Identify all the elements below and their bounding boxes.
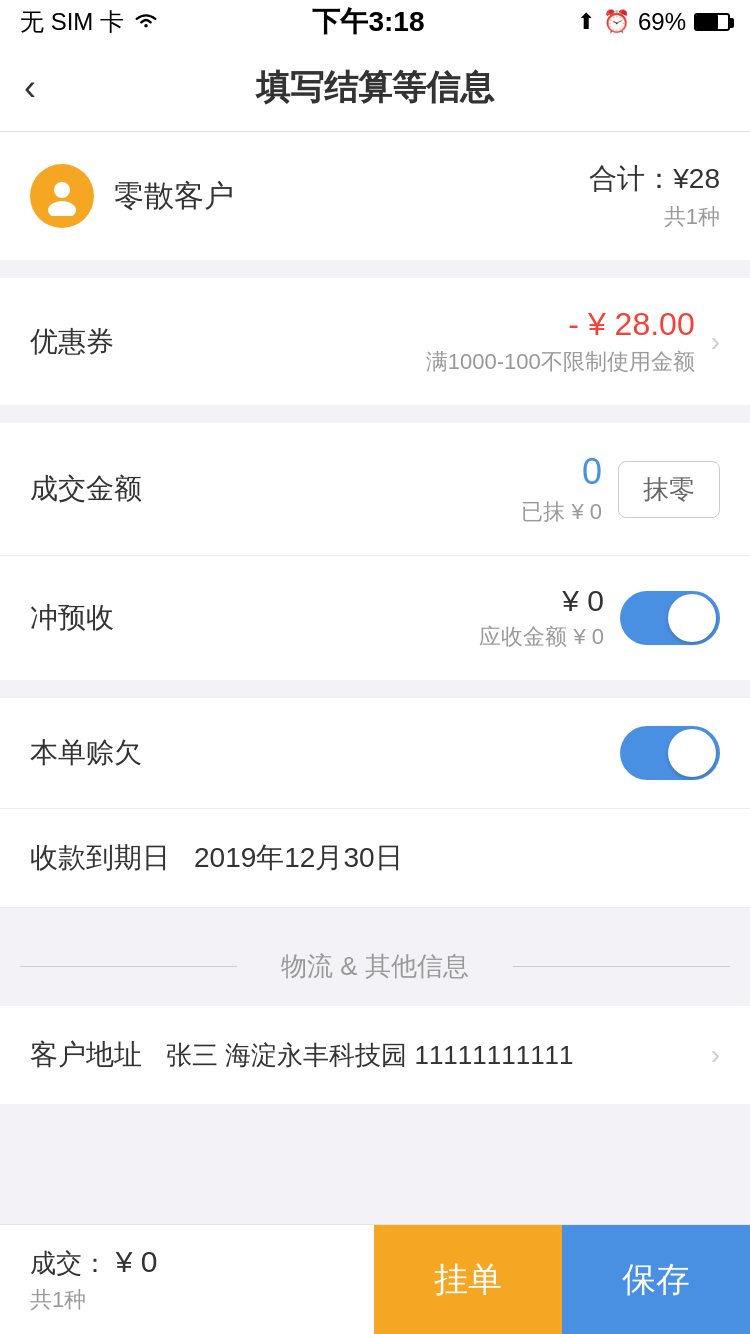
advance-label: 冲预收 bbox=[30, 599, 114, 637]
status-bar: 无 SIM 卡 下午3:18 ⬆ ⏰ 69% bbox=[0, 0, 750, 44]
location-icon: ⬆ bbox=[577, 9, 595, 35]
debt-row: 本单赊欠 bbox=[0, 698, 750, 809]
amount-value-block: 0 已抹 ¥ 0 bbox=[521, 451, 602, 527]
due-date-label: 收款到期日 bbox=[30, 839, 170, 877]
status-right: ⬆ ⏰ 69% bbox=[577, 8, 730, 36]
address-row[interactable]: 客户地址 张三 海淀永丰科技园 11111111111 › bbox=[0, 1006, 750, 1104]
divider-line-right bbox=[513, 966, 730, 967]
bottom-count: 共1种 bbox=[30, 1285, 344, 1315]
status-left: 无 SIM 卡 bbox=[20, 6, 160, 38]
customer-avatar bbox=[30, 164, 94, 228]
amount-value: 0 bbox=[521, 451, 602, 493]
customer-section: 零散客户 合计：¥28 共1种 bbox=[0, 132, 750, 260]
advance-toggle[interactable] bbox=[620, 591, 720, 645]
bottom-deal-label: 成交： bbox=[30, 1248, 108, 1278]
battery-icon bbox=[694, 13, 730, 31]
nav-bar: ‹ 填写结算等信息 bbox=[0, 44, 750, 132]
advance-amount: ¥ 0 bbox=[479, 584, 604, 618]
bottom-summary: 成交： ¥ 0 共1种 bbox=[0, 1245, 374, 1315]
time-display: 下午3:18 bbox=[312, 3, 424, 41]
advance-toggle-knob bbox=[668, 594, 716, 642]
amount-row: 成交金额 0 已抹 ¥ 0 抹零 bbox=[0, 423, 750, 556]
customer-right: 合计：¥28 共1种 bbox=[589, 160, 720, 232]
address-section: 客户地址 张三 海淀永丰科技园 11111111111 › bbox=[0, 1006, 750, 1104]
bottom-deal-line: 成交： ¥ 0 bbox=[30, 1245, 344, 1281]
save-button[interactable]: 保存 bbox=[562, 1225, 750, 1334]
coupon-right: - ¥ 28.00 满1000-100不限制使用金额 › bbox=[114, 306, 720, 377]
debt-label: 本单赊欠 bbox=[30, 734, 142, 772]
advance-value-block: ¥ 0 应收金额 ¥ 0 bbox=[479, 584, 604, 652]
coupon-value-block: - ¥ 28.00 满1000-100不限制使用金额 bbox=[426, 306, 695, 377]
round-zero-button[interactable]: 抹零 bbox=[618, 461, 720, 518]
customer-name: 零散客户 bbox=[114, 176, 234, 217]
divider-line-left bbox=[20, 966, 237, 967]
address-chevron-icon: › bbox=[711, 1039, 720, 1071]
coupon-row[interactable]: 优惠券 - ¥ 28.00 满1000-100不限制使用金额 › bbox=[0, 278, 750, 405]
carrier-text: 无 SIM 卡 bbox=[20, 6, 124, 38]
customer-total: 合计：¥28 bbox=[589, 160, 720, 198]
coupon-section: 优惠券 - ¥ 28.00 满1000-100不限制使用金额 › bbox=[0, 278, 750, 405]
back-button[interactable]: ‹ bbox=[24, 67, 36, 109]
svg-point-0 bbox=[54, 182, 70, 198]
address-value: 张三 海淀永丰科技园 11111111111 bbox=[166, 1038, 711, 1073]
transaction-section: 成交金额 0 已抹 ¥ 0 抹零 冲预收 ¥ 0 应收金额 ¥ 0 bbox=[0, 423, 750, 680]
bottom-bar: 成交： ¥ 0 共1种 挂单 保存 bbox=[0, 1224, 750, 1334]
svg-point-1 bbox=[48, 201, 76, 216]
customer-left: 零散客户 bbox=[30, 164, 234, 228]
advance-row: 冲预收 ¥ 0 应收金额 ¥ 0 bbox=[0, 556, 750, 680]
coupon-desc: 满1000-100不限制使用金额 bbox=[426, 347, 695, 377]
due-date-value: 2019年12月30日 bbox=[194, 839, 403, 877]
amount-right: 0 已抹 ¥ 0 抹零 bbox=[142, 451, 720, 527]
advance-right: ¥ 0 应收金额 ¥ 0 bbox=[114, 584, 720, 652]
coupon-label: 优惠券 bbox=[30, 323, 114, 361]
page-title: 填写结算等信息 bbox=[256, 65, 494, 111]
bottom-deal-amount: ¥ 0 bbox=[116, 1245, 158, 1278]
debt-right bbox=[142, 726, 720, 780]
coupon-discount: - ¥ 28.00 bbox=[426, 306, 695, 343]
logistics-divider: 物流 & 其他信息 bbox=[0, 926, 750, 1006]
amount-label: 成交金额 bbox=[30, 470, 142, 508]
debt-section: 本单赊欠 收款到期日 2019年12月30日 bbox=[0, 698, 750, 908]
wifi-icon bbox=[132, 8, 160, 36]
already-deducted: 已抹 ¥ 0 bbox=[521, 497, 602, 527]
chevron-right-icon: › bbox=[711, 326, 720, 358]
hangup-button[interactable]: 挂单 bbox=[374, 1225, 562, 1334]
address-label: 客户地址 bbox=[30, 1036, 142, 1074]
debt-toggle[interactable] bbox=[620, 726, 720, 780]
customer-count: 共1种 bbox=[589, 202, 720, 232]
battery-text: 69% bbox=[638, 8, 686, 36]
due-date-row: 收款到期日 2019年12月30日 bbox=[0, 809, 750, 908]
logistics-text: 物流 & 其他信息 bbox=[281, 949, 469, 984]
alarm-icon: ⏰ bbox=[603, 9, 630, 35]
bottom-buttons: 挂单 保存 bbox=[374, 1225, 750, 1334]
debt-toggle-knob bbox=[668, 729, 716, 777]
advance-receivable: 应收金额 ¥ 0 bbox=[479, 622, 604, 652]
